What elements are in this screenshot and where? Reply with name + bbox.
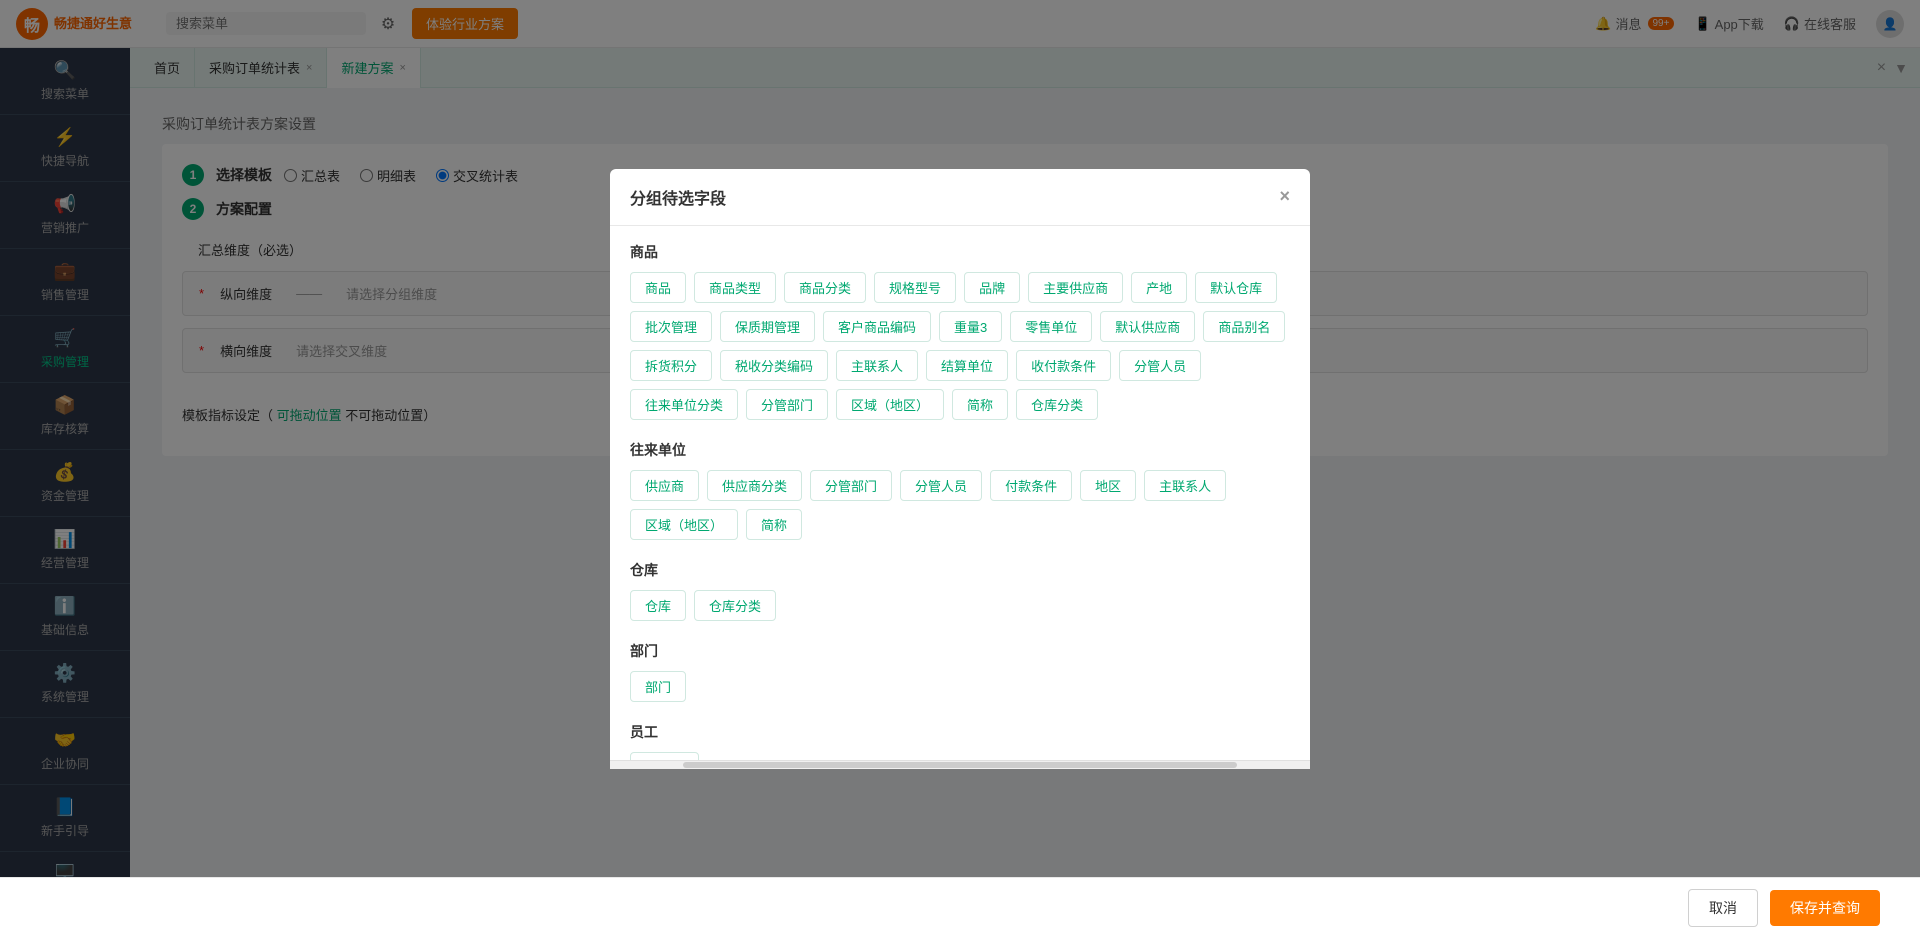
tag-short-name-product[interactable]: 简称	[952, 389, 1008, 420]
tag-supplier-category[interactable]: 供应商分类	[707, 470, 802, 501]
section-warehouse-tags: 仓库 仓库分类	[630, 590, 1290, 621]
modal-footer: 取消 保存并查询	[0, 877, 1920, 937]
tag-main-contact[interactable]: 主联系人	[836, 350, 918, 381]
tag-spec-model[interactable]: 规格型号	[874, 272, 956, 303]
overlay: 分组待选字段 × 商品 商品 商品类型 商品分类 规格型号 品牌 主要供应商 产…	[0, 0, 1920, 937]
modal-scrollbar-h[interactable]	[610, 760, 1310, 769]
tag-supplier[interactable]: 供应商	[630, 470, 699, 501]
tag-product-category[interactable]: 商品分类	[784, 272, 866, 303]
tag-warehouse[interactable]: 仓库	[630, 590, 686, 621]
scrollbar-thumb-h[interactable]	[683, 762, 1237, 768]
section-warehouse-title: 仓库	[630, 560, 1290, 580]
tag-dept[interactable]: 部门	[630, 671, 686, 702]
section-partner-title: 往来单位	[630, 440, 1290, 460]
section-product-tags: 商品 商品类型 商品分类 规格型号 品牌 主要供应商 产地 默认仓库 批次管理 …	[630, 272, 1290, 420]
tag-dept-managed[interactable]: 分管部门	[746, 389, 828, 420]
tag-warehouse-category[interactable]: 仓库分类	[694, 590, 776, 621]
tag-salesperson[interactable]: 业务员	[630, 752, 699, 760]
tag-tax-code[interactable]: 税收分类编码	[720, 350, 828, 381]
tag-short-name-partner[interactable]: 简称	[746, 509, 802, 540]
tag-customer-code[interactable]: 客户商品编码	[823, 311, 931, 342]
tag-weight3[interactable]: 重量3	[939, 311, 1002, 342]
section-dept-title: 部门	[630, 641, 1290, 661]
section-staff-title: 员工	[630, 722, 1290, 742]
tag-main-supplier[interactable]: 主要供应商	[1028, 272, 1123, 303]
tag-payment-cond[interactable]: 付款条件	[990, 470, 1072, 501]
tag-region-partner[interactable]: 地区	[1080, 470, 1136, 501]
section-dept: 部门 部门	[630, 641, 1290, 702]
tag-origin[interactable]: 产地	[1131, 272, 1187, 303]
tag-product[interactable]: 商品	[630, 272, 686, 303]
modal-close-btn[interactable]: ×	[1279, 186, 1290, 207]
modal-header: 分组待选字段 ×	[610, 169, 1310, 226]
cancel-button[interactable]: 取消	[1688, 889, 1758, 927]
section-staff-tags: 业务员	[630, 752, 1290, 760]
tag-supervisor[interactable]: 分管人员	[1119, 350, 1201, 381]
tag-default-warehouse[interactable]: 默认仓库	[1195, 272, 1277, 303]
section-product: 商品 商品 商品类型 商品分类 规格型号 品牌 主要供应商 产地 默认仓库 批次…	[630, 242, 1290, 420]
tag-partner-category[interactable]: 往来单位分类	[630, 389, 738, 420]
section-warehouse: 仓库 仓库 仓库分类	[630, 560, 1290, 621]
modal-body: 商品 商品 商品类型 商品分类 规格型号 品牌 主要供应商 产地 默认仓库 批次…	[610, 226, 1310, 760]
tag-main-contact-partner[interactable]: 主联系人	[1144, 470, 1226, 501]
tag-split-points[interactable]: 拆货积分	[630, 350, 712, 381]
tag-region-product[interactable]: 区域（地区）	[836, 389, 944, 420]
tag-brand[interactable]: 品牌	[964, 272, 1020, 303]
tag-region2-partner[interactable]: 区域（地区）	[630, 509, 738, 540]
tag-dept-partner[interactable]: 分管部门	[810, 470, 892, 501]
tag-supervisor-partner[interactable]: 分管人员	[900, 470, 982, 501]
tag-settlement-unit[interactable]: 结算单位	[926, 350, 1008, 381]
modal-title: 分组待选字段	[630, 185, 726, 209]
section-dept-tags: 部门	[630, 671, 1290, 702]
save-query-button[interactable]: 保存并查询	[1770, 890, 1880, 926]
tag-payment-terms[interactable]: 收付款条件	[1016, 350, 1111, 381]
tag-batch-mgmt[interactable]: 批次管理	[630, 311, 712, 342]
section-partner-tags: 供应商 供应商分类 分管部门 分管人员 付款条件 地区 主联系人 区域（地区） …	[630, 470, 1290, 540]
modal: 分组待选字段 × 商品 商品 商品类型 商品分类 规格型号 品牌 主要供应商 产…	[610, 169, 1310, 769]
tag-product-type[interactable]: 商品类型	[694, 272, 776, 303]
tag-retail-unit[interactable]: 零售单位	[1010, 311, 1092, 342]
tag-product-alias[interactable]: 商品别名	[1203, 311, 1285, 342]
section-staff: 员工 业务员	[630, 722, 1290, 760]
tag-default-supplier[interactable]: 默认供应商	[1100, 311, 1195, 342]
section-product-title: 商品	[630, 242, 1290, 262]
section-partner: 往来单位 供应商 供应商分类 分管部门 分管人员 付款条件 地区 主联系人 区域…	[630, 440, 1290, 540]
tag-expiry-mgmt[interactable]: 保质期管理	[720, 311, 815, 342]
tag-warehouse-cat[interactable]: 仓库分类	[1016, 389, 1098, 420]
